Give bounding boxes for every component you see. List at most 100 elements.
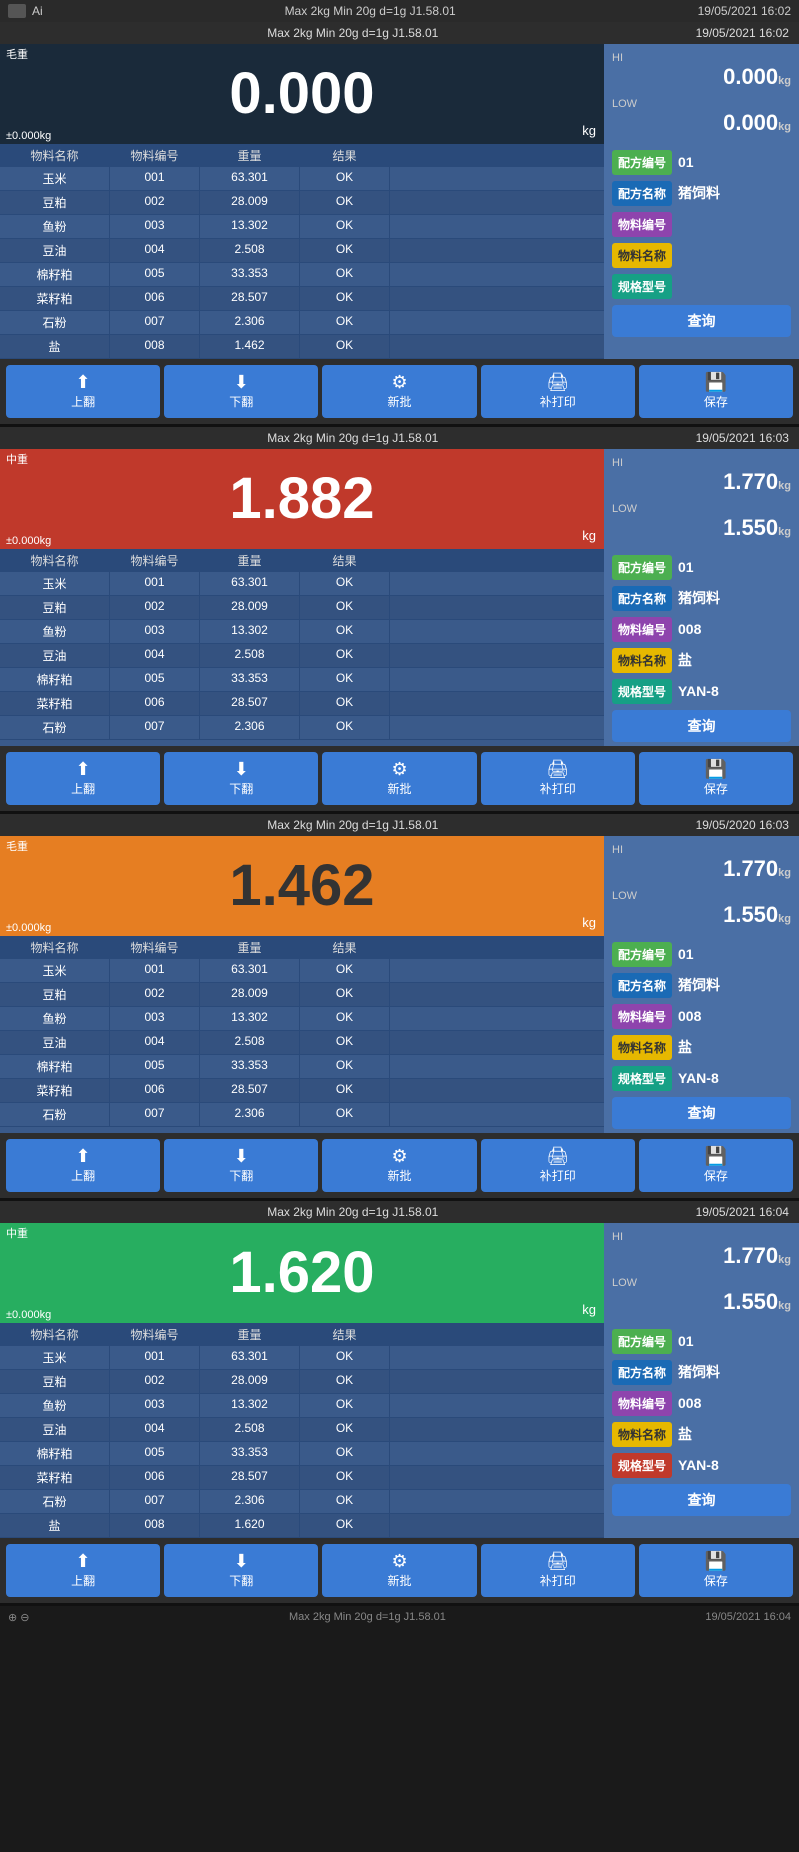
panel-3-buttons: ⬆上翻⬇下翻⚙新批🖨补打印💾保存 <box>0 1133 799 1198</box>
table-row: 玉米00163.301OK <box>0 167 604 191</box>
btn-下翻[interactable]: ⬇下翻 <box>164 365 318 418</box>
table-cell: 棉籽粕 <box>0 263 110 286</box>
sidebar-info-row-0: 配方编号 01 <box>612 1327 791 1355</box>
btn-保存[interactable]: 💾保存 <box>639 365 793 418</box>
sidebar-label: 配方编号 <box>612 1329 672 1354</box>
low-label: LOW <box>612 890 637 902</box>
table-cell: OK <box>300 167 390 190</box>
btn-上翻[interactable]: ⬆上翻 <box>6 365 160 418</box>
sidebar-value: 01 <box>678 154 694 170</box>
panel-4-buttons: ⬆上翻⬇下翻⚙新批🖨补打印💾保存 <box>0 1538 799 1603</box>
big-weight: 0.000 <box>229 65 374 123</box>
table-cell: OK <box>300 1055 390 1078</box>
table-row: 棉籽粕00533.353OK <box>0 1442 604 1466</box>
table-cell: 13.302 <box>200 1394 300 1417</box>
btn-保存[interactable]: 💾保存 <box>639 752 793 805</box>
low-row: LOW 0.000kg <box>612 98 791 136</box>
btn-label: 下翻 <box>229 393 253 410</box>
query-button[interactable]: 查询 <box>612 305 791 337</box>
hi-label: HI <box>612 457 623 469</box>
btn-新批[interactable]: ⚙新批 <box>322 1544 476 1597</box>
table-cell: 13.302 <box>200 620 300 643</box>
table-row: 石粉0072.306OK <box>0 311 604 335</box>
table-cell: 28.507 <box>200 1466 300 1489</box>
bottom-status-bar: ⊕ ⊖ Max 2kg Min 20g d=1g J1.58.01 19/05/… <box>0 1606 799 1628</box>
btn-下翻[interactable]: ⬇下翻 <box>164 1544 318 1597</box>
table-cell: 菜籽粕 <box>0 692 110 715</box>
weight-unit: kg <box>582 915 596 930</box>
table-header-cell: 物料编号 <box>110 936 200 959</box>
hi-value: 1.770kg <box>723 856 791 882</box>
big-weight: 1.882 <box>229 470 374 528</box>
panel-4-hi-low: HI 1.770kg LOW 1.550kg <box>604 1223 799 1323</box>
table-header-cell: 重量 <box>200 144 300 167</box>
btn-上翻[interactable]: ⬆上翻 <box>6 752 160 805</box>
table-row: 菜籽粕00628.507OK <box>0 287 604 311</box>
btn-补打印[interactable]: 🖨补打印 <box>481 1544 635 1597</box>
btn-新批[interactable]: ⚙新批 <box>322 365 476 418</box>
table-cell: 33.353 <box>200 668 300 691</box>
panel-2-table: 物料名称物料编号重量结果玉米00163.301OK豆粕00228.009OK鱼粉… <box>0 549 604 746</box>
weight-sublabel: ±0.000kg <box>6 1309 51 1321</box>
btn-新批[interactable]: ⚙新批 <box>322 1139 476 1192</box>
weight-label: 中重 <box>6 451 28 467</box>
table-cell: 006 <box>110 692 200 715</box>
btn-补打印[interactable]: 🖨补打印 <box>481 365 635 418</box>
hi-value: 0.000kg <box>723 64 791 90</box>
table-cell: OK <box>300 596 390 619</box>
query-button[interactable]: 查询 <box>612 1097 791 1129</box>
panel-2-weight-display: 中重 1.882 ±0.000kg kg <box>0 449 604 549</box>
table-cell: OK <box>300 668 390 691</box>
btn-label: 保存 <box>704 1572 728 1589</box>
btn-icon: ⬆ <box>76 373 91 391</box>
btn-保存[interactable]: 💾保存 <box>639 1139 793 1192</box>
sidebar-info-row-3: 物料名称 <box>612 241 791 269</box>
table-cell: 004 <box>110 1031 200 1054</box>
btn-上翻[interactable]: ⬆上翻 <box>6 1139 160 1192</box>
table-cell: 盐 <box>0 335 110 358</box>
sidebar-info-row-1: 配方名称 猪饲料 <box>612 971 791 999</box>
btn-下翻[interactable]: ⬇下翻 <box>164 1139 318 1192</box>
btn-补打印[interactable]: 🖨补打印 <box>481 752 635 805</box>
table-cell: 菜籽粕 <box>0 287 110 310</box>
panel-2-content: 物料名称物料编号重量结果玉米00163.301OK豆粕00228.009OK鱼粉… <box>0 549 799 746</box>
btn-label: 新批 <box>388 1167 412 1184</box>
btn-label: 上翻 <box>71 1572 95 1589</box>
btn-下翻[interactable]: ⬇下翻 <box>164 752 318 805</box>
status-datetime: 19/05/2021 16:02 <box>698 4 791 18</box>
sidebar-info-row-3: 物料名称 盐 <box>612 1033 791 1061</box>
sidebar-label: 物料名称 <box>612 1035 672 1060</box>
table-cell: 007 <box>110 1490 200 1513</box>
table-cell: 005 <box>110 1442 200 1465</box>
table-row: 豆油0042.508OK <box>0 1031 604 1055</box>
btn-保存[interactable]: 💾保存 <box>639 1544 793 1597</box>
btn-新批[interactable]: ⚙新批 <box>322 752 476 805</box>
table-cell: 28.507 <box>200 287 300 310</box>
table-row: 盐0081.620OK <box>0 1514 604 1538</box>
table-cell: OK <box>300 263 390 286</box>
bottom-center: Max 2kg Min 20g d=1g J1.58.01 <box>289 1611 446 1623</box>
btn-上翻[interactable]: ⬆上翻 <box>6 1544 160 1597</box>
table-cell: 33.353 <box>200 1442 300 1465</box>
panel-3-hi-low: HI 1.770kg LOW 1.550kg <box>604 836 799 936</box>
sidebar-label: 规格型号 <box>612 1453 672 1478</box>
sidebar-label: 规格型号 <box>612 679 672 704</box>
table-cell: OK <box>300 335 390 358</box>
weight-sublabel: ±0.000kg <box>6 130 51 142</box>
hi-row: HI 1.770kg <box>612 844 791 882</box>
panel-1-table: 物料名称物料编号重量结果玉米00163.301OK豆粕00228.009OK鱼粉… <box>0 144 604 359</box>
sidebar-label: 配方名称 <box>612 586 672 611</box>
query-button[interactable]: 查询 <box>612 710 791 742</box>
btn-补打印[interactable]: 🖨补打印 <box>481 1139 635 1192</box>
btn-label: 上翻 <box>71 780 95 797</box>
table-cell: 石粉 <box>0 311 110 334</box>
sidebar-info-row-1: 配方名称 猪饲料 <box>612 584 791 612</box>
panel-2: Max 2kg Min 20g d=1g J1.58.0119/05/2021 … <box>0 427 799 814</box>
table-header-cell: 重量 <box>200 936 300 959</box>
sidebar-label: 规格型号 <box>612 1066 672 1091</box>
table-cell: OK <box>300 620 390 643</box>
low-value: 0.000kg <box>723 110 791 136</box>
query-button[interactable]: 查询 <box>612 1484 791 1516</box>
hi-label: HI <box>612 1231 623 1243</box>
table-row: 鱼粉00313.302OK <box>0 215 604 239</box>
